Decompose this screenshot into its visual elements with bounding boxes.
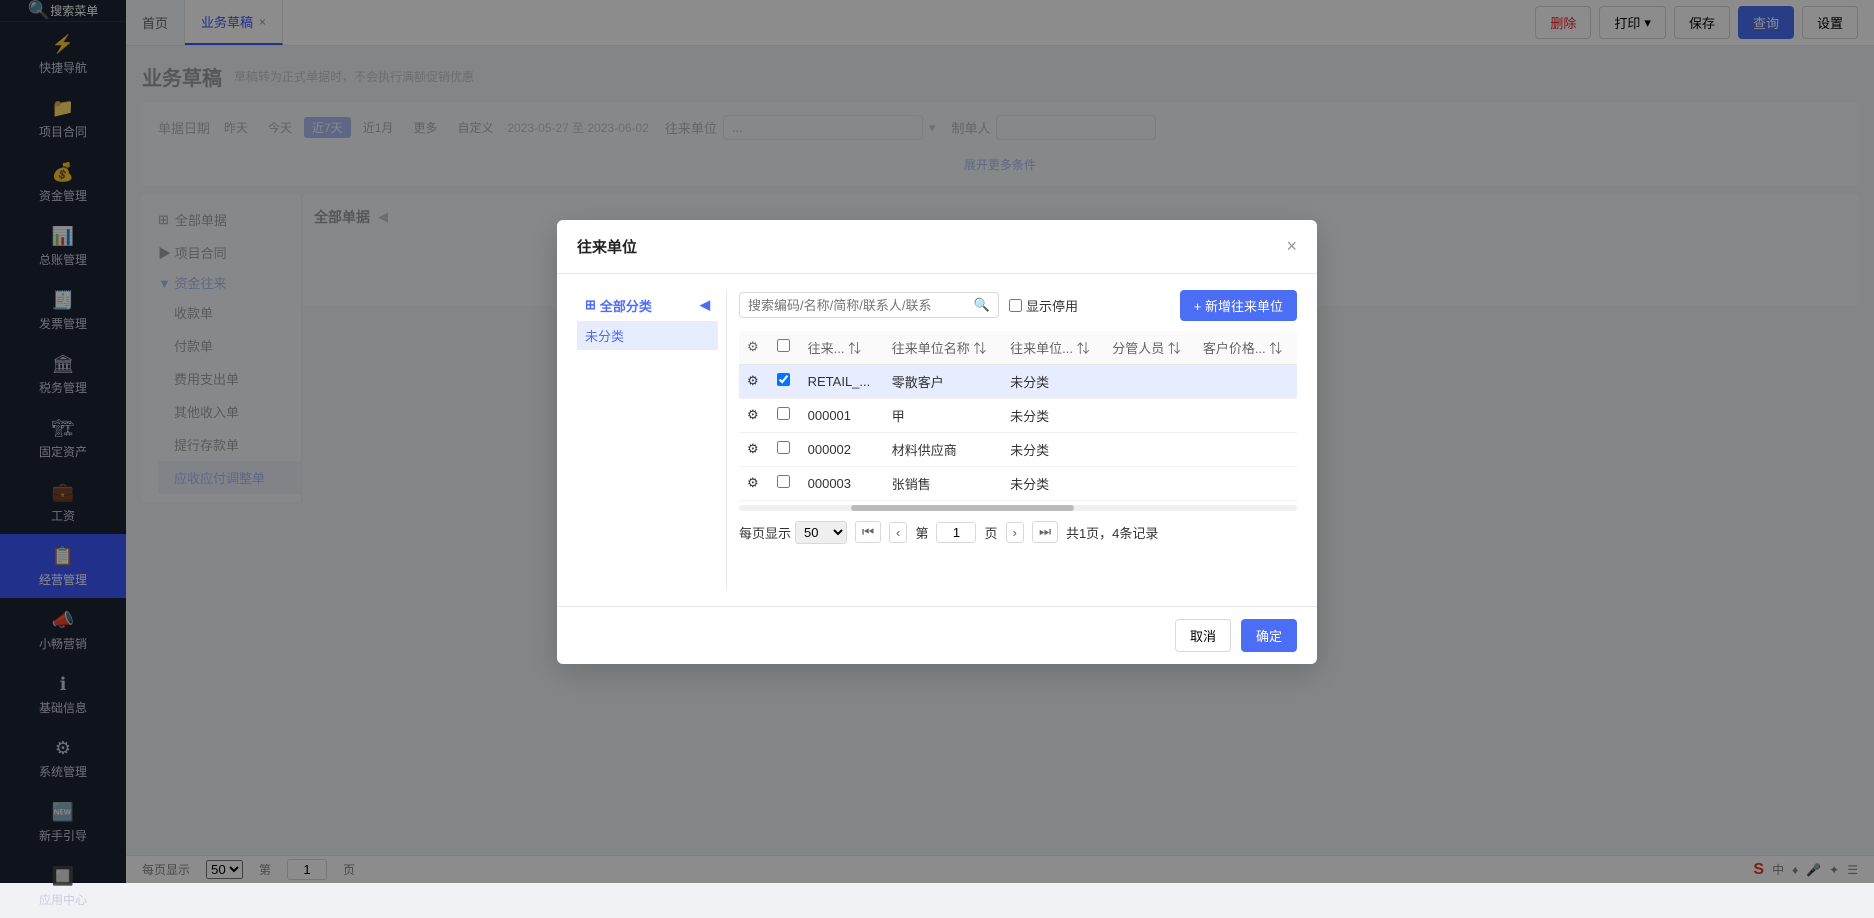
dialog-header: 往来单位 ×: [557, 220, 1317, 274]
row-price-level: [1195, 398, 1297, 432]
page-number-input[interactable]: [936, 522, 976, 543]
counterparty-dialog: 往来单位 × ⊞ 全部分类 ◀ 未分类: [557, 220, 1317, 664]
dialog-left-panel: ⊞ 全部分类 ◀ 未分类: [577, 290, 727, 590]
show-disabled-checkbox[interactable]: [1009, 299, 1022, 312]
row-price-level: [1195, 466, 1297, 500]
search-icon: 🔍: [974, 297, 990, 313]
row-category: 未分类: [1002, 466, 1104, 500]
dialog-select-all[interactable]: [777, 339, 790, 352]
dialog-col-checkbox: [769, 331, 800, 365]
dialog-inner: ⊞ 全部分类 ◀ 未分类 🔍: [577, 290, 1297, 590]
dialog-body: ⊞ 全部分类 ◀ 未分类 🔍: [557, 274, 1317, 606]
dialog-table-row[interactable]: ⚙ 000002 材料供应商 未分类: [739, 432, 1297, 466]
per-page-control: 每页显示 50 100 200: [739, 521, 847, 544]
row-category: 未分类: [1002, 432, 1104, 466]
dialog-col-name[interactable]: 往来单位名称 ⇅: [884, 331, 1002, 365]
dialog-footer: 取消 确定: [557, 606, 1317, 664]
dialog-table-scroll: ⚙ 往来... ⇅ 往来单位名称 ⇅ 往来单位... ⇅ 分管人员 ⇅ 客户价格…: [739, 331, 1297, 511]
row-category: 未分类: [1002, 364, 1104, 398]
row-manager: [1104, 364, 1195, 398]
dialog-close-button[interactable]: ×: [1286, 236, 1297, 257]
row-settings-icon: ⚙: [739, 466, 769, 500]
dialog-table-row[interactable]: ⚙ 000001 甲 未分类: [739, 398, 1297, 432]
dialog-toolbar: 🔍 显示停用 + 新增往来单位: [739, 290, 1297, 321]
row-settings-icon: ⚙: [739, 432, 769, 466]
per-page-label: 每页显示: [739, 523, 791, 542]
scrollbar-thumb: [851, 505, 1074, 511]
dialog-title: 往来单位: [577, 236, 637, 257]
page-label: 第: [915, 523, 928, 542]
dialog-table-row[interactable]: ⚙ 000003 张销售 未分类: [739, 466, 1297, 500]
row-code: RETAIL_...: [800, 364, 884, 398]
row-name: 零散客户: [884, 364, 1002, 398]
dialog-col-price[interactable]: 客户价格... ⇅: [1195, 331, 1297, 365]
cancel-button[interactable]: 取消: [1175, 619, 1231, 652]
row-manager: [1104, 466, 1195, 500]
row-checkbox[interactable]: [769, 432, 800, 466]
show-disabled-label[interactable]: 显示停用: [1009, 296, 1078, 315]
row-name: 材料供应商: [884, 432, 1002, 466]
total-info: 共1页，4条记录: [1066, 523, 1158, 542]
row-checkbox[interactable]: [769, 364, 800, 398]
collapse-left-icon[interactable]: ◀: [700, 297, 710, 313]
add-counterparty-button[interactable]: + 新增往来单位: [1180, 290, 1297, 321]
row-code: 000001: [800, 398, 884, 432]
dialog-right-panel: 🔍 显示停用 + 新增往来单位 ⚙: [727, 290, 1297, 590]
last-page-button[interactable]: ⏭: [1032, 521, 1058, 543]
prev-page-button[interactable]: ‹: [889, 522, 907, 543]
dialog-col-category[interactable]: 往来单位... ⇅: [1002, 331, 1104, 365]
row-settings-icon: ⚙: [739, 364, 769, 398]
dialog-table-body: ⚙ RETAIL_... 零散客户 未分类 ⚙ 000001 甲 未分类 ⚙ 0…: [739, 364, 1297, 500]
horizontal-scrollbar[interactable]: [739, 505, 1297, 511]
row-category: 未分类: [1002, 398, 1104, 432]
dialog-table: ⚙ 往来... ⇅ 往来单位名称 ⇅ 往来单位... ⇅ 分管人员 ⇅ 客户价格…: [739, 331, 1297, 501]
row-price-level: [1195, 432, 1297, 466]
dialog-overlay: 往来单位 × ⊞ 全部分类 ◀ 未分类: [0, 0, 1874, 883]
all-category-label[interactable]: 全部分类: [600, 296, 652, 315]
row-name: 甲: [884, 398, 1002, 432]
dialog-pagination: 每页显示 50 100 200 ⏮ ‹ 第 页 ›: [739, 521, 1297, 544]
grid-category-icon: ⊞: [585, 297, 596, 313]
row-settings-icon: ⚙: [739, 398, 769, 432]
first-page-button[interactable]: ⏮: [855, 521, 881, 543]
dialog-col-manager[interactable]: 分管人员 ⇅: [1104, 331, 1195, 365]
dialog-search-box: 🔍: [739, 292, 999, 318]
row-price-level: [1195, 364, 1297, 398]
row-name: 张销售: [884, 466, 1002, 500]
dialog-category-unclassified[interactable]: 未分类: [577, 321, 718, 350]
dialog-table-header-row: ⚙ 往来... ⇅ 往来单位名称 ⇅ 往来单位... ⇅ 分管人员 ⇅ 客户价格…: [739, 331, 1297, 365]
dialog-col-code[interactable]: 往来... ⇅: [800, 331, 884, 365]
page-unit: 页: [984, 523, 997, 542]
confirm-button[interactable]: 确定: [1241, 619, 1297, 652]
dialog-table-row[interactable]: ⚙ RETAIL_... 零散客户 未分类: [739, 364, 1297, 398]
per-page-select[interactable]: 50 100 200: [795, 521, 847, 544]
dialog-category-header: ⊞ 全部分类 ◀: [577, 290, 718, 321]
row-code: 000002: [800, 432, 884, 466]
row-checkbox[interactable]: [769, 466, 800, 500]
next-page-button[interactable]: ›: [1006, 522, 1024, 543]
dialog-search-input[interactable]: [748, 298, 970, 313]
row-manager: [1104, 432, 1195, 466]
row-manager: [1104, 398, 1195, 432]
row-checkbox[interactable]: [769, 398, 800, 432]
row-code: 000003: [800, 466, 884, 500]
dialog-col-settings: ⚙: [739, 331, 769, 365]
